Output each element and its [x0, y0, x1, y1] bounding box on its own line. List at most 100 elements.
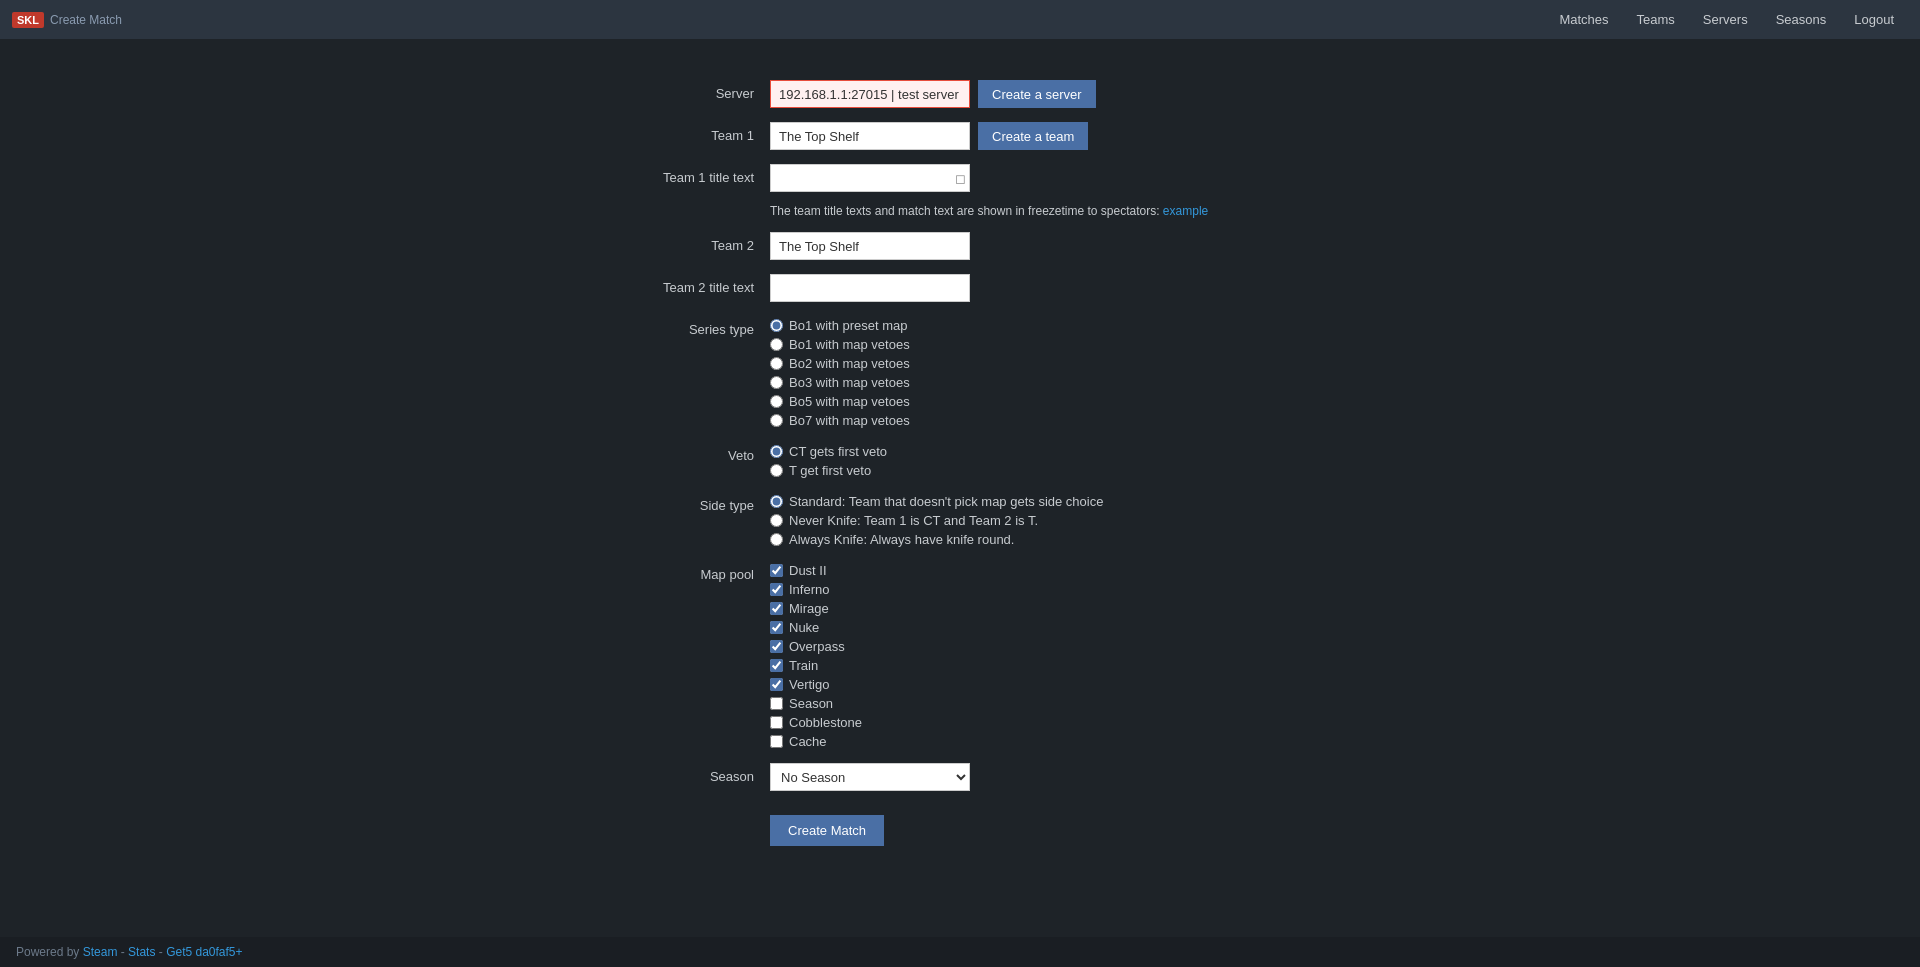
map-cache-checkbox[interactable] — [770, 735, 783, 748]
side-standard[interactable]: Standard: Team that doesn't pick map get… — [770, 494, 1103, 509]
veto-options: CT gets first veto T get first veto — [770, 442, 887, 478]
series-bo7-vetoes-radio[interactable] — [770, 414, 783, 427]
map-inferno[interactable]: Inferno — [770, 582, 862, 597]
team1-title-control: ◻ The team title texts and match text ar… — [770, 164, 1310, 218]
submit-control: Create Match — [770, 805, 1310, 846]
season-control: No Season Season 1 Season 2 — [770, 763, 1310, 791]
team2-input[interactable] — [770, 232, 970, 260]
team2-title-input[interactable] — [770, 274, 970, 302]
map-pool-options: Dust II Inferno Mirage Nuke — [770, 561, 862, 749]
series-bo2-vetoes-radio[interactable] — [770, 357, 783, 370]
team2-label: Team 2 — [610, 232, 770, 253]
map-season-checkbox[interactable] — [770, 697, 783, 710]
nav-teams[interactable]: Teams — [1623, 0, 1689, 39]
footer-steam-link[interactable]: Steam — [83, 945, 118, 959]
side-standard-radio[interactable] — [770, 495, 783, 508]
map-season[interactable]: Season — [770, 696, 862, 711]
server-input[interactable] — [770, 80, 970, 108]
map-cobblestone[interactable]: Cobblestone — [770, 715, 862, 730]
team1-title-input[interactable] — [770, 164, 970, 192]
team1-title-label: Team 1 title text — [610, 164, 770, 185]
map-overpass[interactable]: Overpass — [770, 639, 862, 654]
submit-row: Create Match — [610, 805, 1310, 846]
brand: SKL Create Match — [12, 12, 122, 28]
map-vertigo[interactable]: Vertigo — [770, 677, 862, 692]
team1-row: Team 1 Create a team — [610, 122, 1310, 150]
map-overpass-checkbox[interactable] — [770, 640, 783, 653]
map-cobblestone-checkbox[interactable] — [770, 716, 783, 729]
side-always-knife[interactable]: Always Knife: Always have knife round. — [770, 532, 1103, 547]
team2-row: Team 2 — [610, 232, 1310, 260]
map-mirage-checkbox[interactable] — [770, 602, 783, 615]
map-pool-control: Dust II Inferno Mirage Nuke — [770, 561, 1310, 749]
nav-seasons[interactable]: Seasons — [1762, 0, 1841, 39]
map-vertigo-checkbox[interactable] — [770, 678, 783, 691]
nav-matches[interactable]: Matches — [1545, 0, 1622, 39]
navbar: SKL Create Match Matches Teams Servers S… — [0, 0, 1920, 39]
side-never-knife[interactable]: Never Knife: Team 1 is CT and Team 2 is … — [770, 513, 1103, 528]
side-always-knife-radio[interactable] — [770, 533, 783, 546]
create-team-button[interactable]: Create a team — [978, 122, 1088, 150]
server-row: Server Create a server — [610, 80, 1310, 108]
server-label: Server — [610, 80, 770, 101]
team1-title-clear-btn[interactable]: ◻ — [955, 171, 966, 186]
brand-text: Create Match — [50, 13, 122, 27]
veto-ct-first-radio[interactable] — [770, 445, 783, 458]
example-link[interactable]: example — [1163, 204, 1208, 218]
side-type-control: Standard: Team that doesn't pick map get… — [770, 492, 1310, 547]
create-server-button[interactable]: Create a server — [978, 80, 1096, 108]
footer-stats-link[interactable]: Stats — [128, 945, 155, 959]
map-train-checkbox[interactable] — [770, 659, 783, 672]
veto-ct-first[interactable]: CT gets first veto — [770, 444, 887, 459]
map-cache[interactable]: Cache — [770, 734, 862, 749]
team2-title-row: Team 2 title text — [610, 274, 1310, 302]
season-select[interactable]: No Season Season 1 Season 2 — [770, 763, 970, 791]
series-type-label: Series type — [610, 316, 770, 337]
map-inferno-checkbox[interactable] — [770, 583, 783, 596]
series-bo5-vetoes[interactable]: Bo5 with map vetoes — [770, 394, 910, 409]
series-bo1-vetoes[interactable]: Bo1 with map vetoes — [770, 337, 910, 352]
series-bo3-vetoes-radio[interactable] — [770, 376, 783, 389]
series-bo1-vetoes-radio[interactable] — [770, 338, 783, 351]
create-match-button[interactable]: Create Match — [770, 815, 884, 846]
nav-logout[interactable]: Logout — [1840, 0, 1908, 39]
team2-title-control — [770, 274, 1310, 302]
footer-powered-by: Powered by — [16, 945, 79, 959]
main-content: Server Create a server Team 1 Create a t… — [0, 0, 1920, 920]
nav-servers[interactable]: Servers — [1689, 0, 1762, 39]
side-never-knife-radio[interactable] — [770, 514, 783, 527]
side-type-label: Side type — [610, 492, 770, 513]
season-label: Season — [610, 763, 770, 784]
team2-control — [770, 232, 1310, 260]
veto-t-first-radio[interactable] — [770, 464, 783, 477]
series-bo1-preset[interactable]: Bo1 with preset map — [770, 318, 910, 333]
team1-title-row: Team 1 title text ◻ The team title texts… — [610, 164, 1310, 218]
form-container: Server Create a server Team 1 Create a t… — [610, 60, 1310, 880]
footer: Powered by Steam - Stats - Get5 da0faf5+ — [0, 937, 1920, 967]
series-bo7-vetoes[interactable]: Bo7 with map vetoes — [770, 413, 910, 428]
team1-input[interactable] — [770, 122, 970, 150]
footer-get5-link[interactable]: Get5 da0faf5+ — [166, 945, 242, 959]
map-pool-label: Map pool — [610, 561, 770, 582]
map-mirage[interactable]: Mirage — [770, 601, 862, 616]
map-pool-row: Map pool Dust II Inferno Mirage — [610, 561, 1310, 749]
team2-title-label: Team 2 title text — [610, 274, 770, 295]
team1-label: Team 1 — [610, 122, 770, 143]
series-bo3-vetoes[interactable]: Bo3 with map vetoes — [770, 375, 910, 390]
team1-title-helper: The team title texts and match text are … — [770, 204, 1208, 218]
map-train[interactable]: Train — [770, 658, 862, 673]
map-nuke-checkbox[interactable] — [770, 621, 783, 634]
map-dust2[interactable]: Dust II — [770, 563, 862, 578]
map-dust2-checkbox[interactable] — [770, 564, 783, 577]
series-bo2-vetoes[interactable]: Bo2 with map vetoes — [770, 356, 910, 371]
veto-row: Veto CT gets first veto T get first veto — [610, 442, 1310, 478]
series-type-row: Series type Bo1 with preset map Bo1 with… — [610, 316, 1310, 428]
map-nuke[interactable]: Nuke — [770, 620, 862, 635]
veto-t-first[interactable]: T get first veto — [770, 463, 887, 478]
veto-label: Veto — [610, 442, 770, 463]
team1-title-input-wrapper: ◻ — [770, 164, 970, 192]
series-type-control: Bo1 with preset map Bo1 with map vetoes … — [770, 316, 1310, 428]
team1-control: Create a team — [770, 122, 1310, 150]
series-bo1-preset-radio[interactable] — [770, 319, 783, 332]
series-bo5-vetoes-radio[interactable] — [770, 395, 783, 408]
